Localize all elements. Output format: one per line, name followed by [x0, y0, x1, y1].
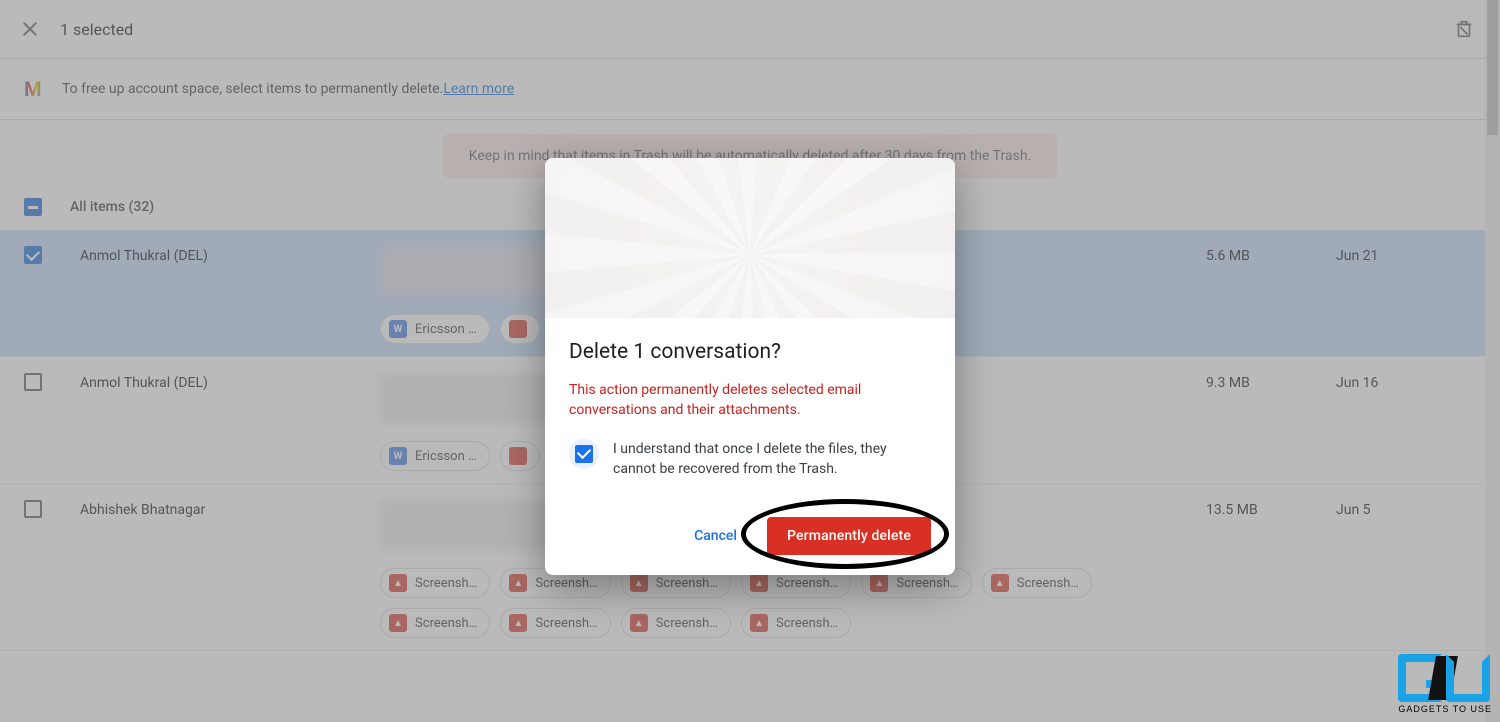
attachment-chip[interactable]: ▲ Screensh… — [380, 568, 490, 598]
date: Jun 21 — [1336, 246, 1476, 264]
chip-label: Screensh… — [1017, 576, 1079, 591]
watermark: GADGETS TO USE — [1398, 654, 1492, 714]
file-size: 9.3 MB — [1206, 373, 1336, 391]
img-file-icon: ▲ — [750, 614, 768, 632]
attachment-chip[interactable]: ▲ Screensh… — [621, 608, 731, 638]
attachment-chip[interactable]: ▲ Screensh… — [741, 608, 851, 638]
close-icon[interactable] — [16, 15, 44, 43]
dialog-hero-image — [545, 158, 955, 318]
scrollbar[interactable] — [1485, 0, 1500, 722]
doc-file-icon: W — [389, 447, 407, 465]
img-file-icon: ▲ — [509, 574, 527, 592]
chip-label: Screensh… — [535, 616, 597, 631]
cancel-button[interactable]: Cancel — [684, 520, 747, 552]
gmail-icon — [24, 77, 48, 101]
chip-label: Screensh… — [415, 616, 477, 631]
attachment-chip[interactable]: W Ericsson … — [380, 314, 490, 344]
attachment-chip[interactable]: ▲ Screensh… — [500, 608, 610, 638]
attachment-chip[interactable]: ▲ Screensh… — [380, 608, 490, 638]
confirm-dialog: Delete 1 conversation? This action perma… — [545, 158, 955, 575]
chip-label: Ericsson … — [415, 322, 477, 337]
row-checkbox[interactable] — [24, 246, 42, 264]
selection-count: 1 selected — [60, 20, 133, 39]
img-file-icon: ▲ — [389, 574, 407, 592]
ack-checkbox[interactable] — [569, 439, 599, 469]
sender-name: Anmol Thukral (DEL) — [80, 246, 380, 264]
learn-more-link[interactable]: Learn more — [443, 81, 514, 97]
img-file-icon: ▲ — [630, 614, 648, 632]
file-size: 5.6 MB — [1206, 246, 1336, 264]
select-all-checkbox[interactable] — [24, 198, 42, 216]
doc-file-icon: W — [389, 320, 407, 338]
row-checkbox[interactable] — [24, 373, 42, 391]
date: Jun 5 — [1336, 500, 1476, 518]
img-file-icon: ▲ — [991, 574, 1009, 592]
sender-name: Abhishek Bhatnagar — [80, 500, 380, 518]
chip-label: Ericsson … — [415, 449, 477, 464]
sender-name: Anmol Thukral (DEL) — [80, 373, 380, 391]
chip-label: Screensh… — [415, 576, 477, 591]
img-file-icon: ▲ — [870, 574, 888, 592]
attachment-chip[interactable]: ▲ Screensh… — [982, 568, 1092, 598]
chip-label: Screensh… — [656, 576, 718, 591]
delete-icon[interactable] — [1450, 15, 1478, 43]
pdf-file-icon — [509, 320, 527, 338]
ack-text: I understand that once I delete the file… — [613, 439, 931, 480]
selection-toolbar: 1 selected — [0, 0, 1500, 58]
chip-label: Screensh… — [776, 616, 838, 631]
dialog-warning: This action permanently deletes selected… — [569, 380, 931, 421]
attachment-chip[interactable] — [500, 314, 540, 344]
chip-label: Screensh… — [896, 576, 958, 591]
pdf-file-icon — [509, 447, 527, 465]
chip-label: Screensh… — [776, 576, 838, 591]
img-file-icon: ▲ — [630, 574, 648, 592]
img-file-icon: ▲ — [389, 614, 407, 632]
chip-label: Screensh… — [535, 576, 597, 591]
img-file-icon: ▲ — [509, 614, 527, 632]
info-banner: To free up account space, select items t… — [0, 59, 1500, 119]
file-size: 13.5 MB — [1206, 500, 1336, 518]
img-file-icon: ▲ — [750, 574, 768, 592]
confirm-button[interactable]: Permanently delete — [767, 517, 931, 555]
attachment-chip[interactable] — [500, 441, 540, 471]
ack-row: I understand that once I delete the file… — [569, 439, 931, 480]
attachment-chip[interactable]: W Ericsson … — [380, 441, 490, 471]
chip-label: Screensh… — [656, 616, 718, 631]
row-checkbox[interactable] — [24, 500, 42, 518]
list-title: All items (32) — [70, 199, 154, 215]
dialog-title: Delete 1 conversation? — [569, 340, 931, 364]
banner-text: To free up account space, select items t… — [62, 81, 443, 97]
date: Jun 16 — [1336, 373, 1476, 391]
